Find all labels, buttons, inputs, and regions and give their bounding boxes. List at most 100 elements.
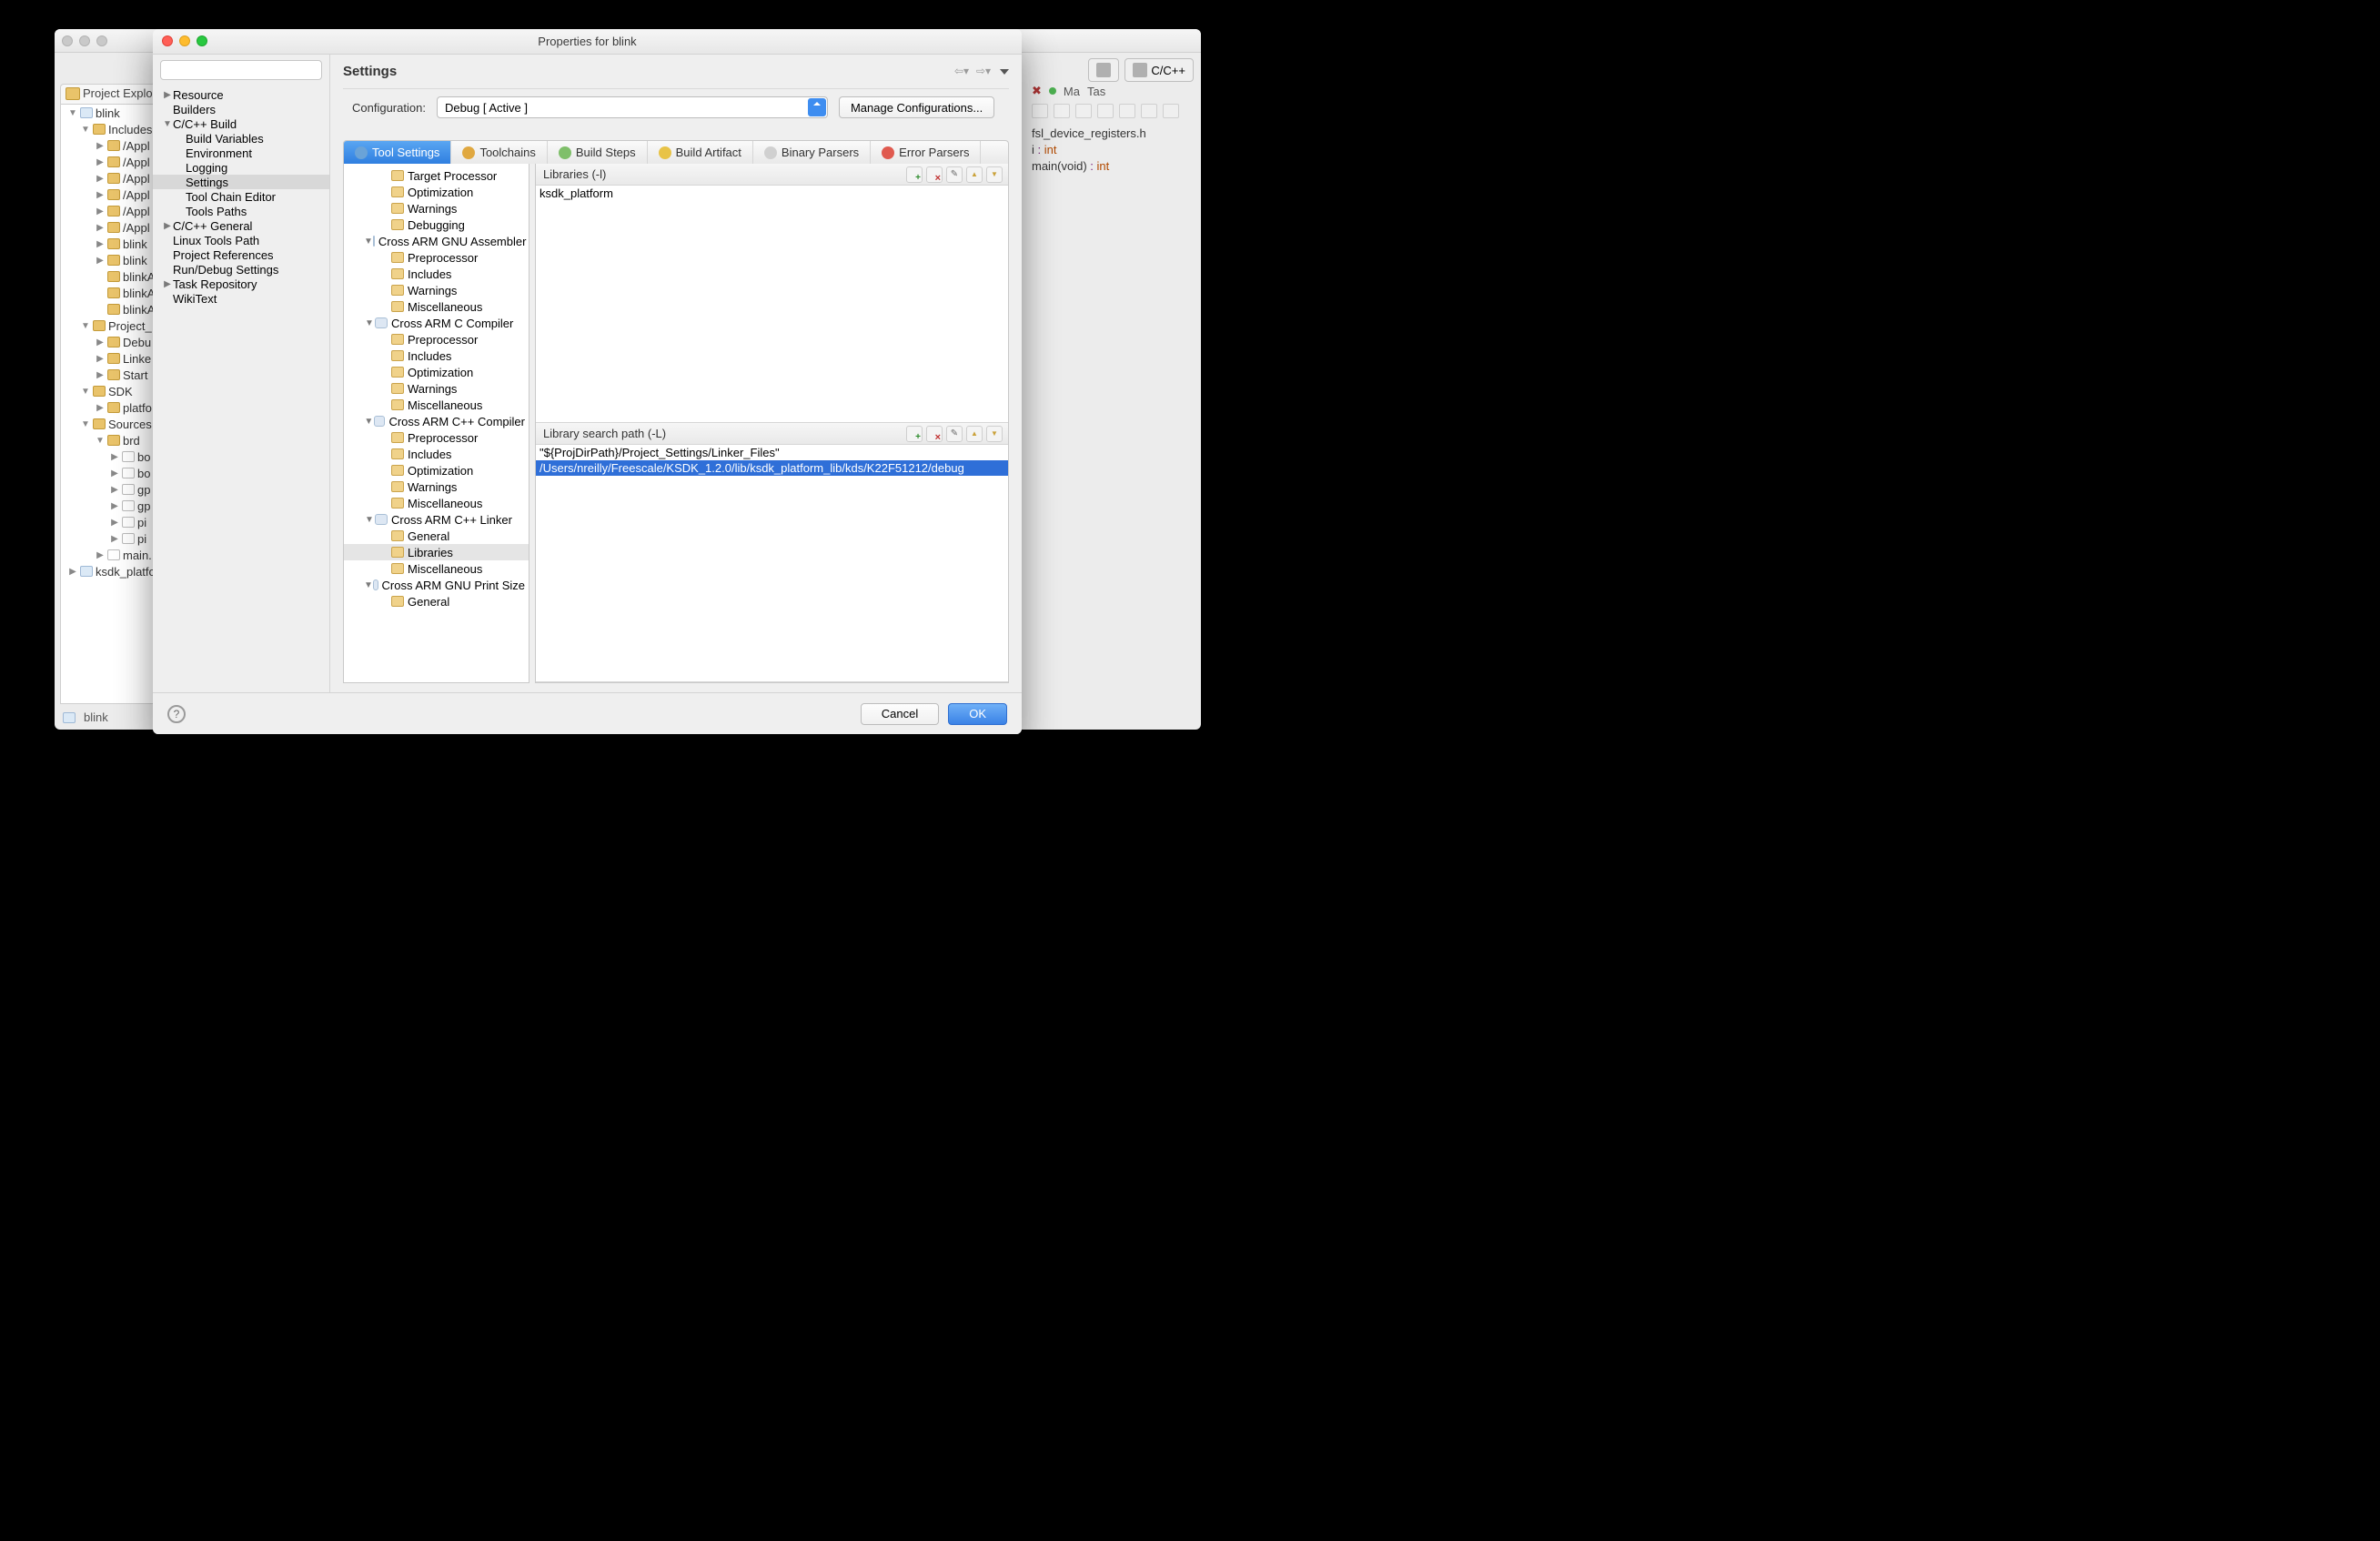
nav-item[interactable]: ▼C/C++ Build (153, 116, 329, 131)
outline-item[interactable]: main(void) : int (1032, 158, 1195, 175)
outline-tool-3[interactable] (1075, 104, 1092, 118)
open-perspective-button[interactable] (1088, 58, 1119, 82)
outline-tool-4[interactable] (1097, 104, 1114, 118)
nav-item[interactable]: Builders (153, 102, 329, 116)
manage-configurations-button[interactable]: Manage Configurations... (839, 96, 994, 118)
paths-movedown-button[interactable] (986, 426, 1003, 442)
nav-item[interactable]: Tools Paths (153, 204, 329, 218)
library-entry[interactable]: ksdk_platform (536, 186, 1008, 201)
libraries-list[interactable]: ksdk_platform (536, 186, 1008, 423)
tool-settings-tree[interactable]: Target ProcessorOptimizationWarningsDebu… (343, 164, 529, 683)
ok-button[interactable]: OK (948, 703, 1007, 725)
library-path-entry[interactable]: /Users/nreilly/Freescale/KSDK_1.2.0/lib/… (536, 460, 1008, 476)
settings-tab[interactable]: Error Parsers (871, 141, 981, 164)
tool-tree-item[interactable]: Optimization (344, 364, 529, 380)
settings-tab[interactable]: Binary Parsers (753, 141, 871, 164)
close-icon[interactable] (62, 35, 73, 46)
outline-tool-6[interactable] (1141, 104, 1157, 118)
outline-tool-5[interactable] (1119, 104, 1135, 118)
tool-tree-item[interactable]: Preprocessor (344, 331, 529, 347)
nav-item[interactable]: ▶Resource (153, 87, 329, 102)
tool-tree-item[interactable]: Miscellaneous (344, 560, 529, 577)
nav-item[interactable]: WikiText (153, 291, 329, 306)
nav-back-button[interactable]: ⇦▾ (953, 65, 971, 79)
libraries-delete-button[interactable] (926, 166, 943, 183)
tool-tree-item[interactable]: ▼Cross ARM C Compiler (344, 315, 529, 331)
library-path-entry[interactable]: "${ProjDirPath}/Project_Settings/Linker_… (536, 445, 1008, 460)
dialog-close-icon[interactable] (162, 35, 173, 46)
help-button[interactable]: ? (167, 705, 186, 723)
paths-add-button[interactable] (906, 426, 923, 442)
page-menu-icon[interactable] (1000, 69, 1009, 75)
tool-tree-item[interactable]: Miscellaneous (344, 298, 529, 315)
outline-item[interactable]: fsl_device_registers.h (1032, 126, 1195, 142)
zoom-icon[interactable] (96, 35, 107, 46)
outline-tool-1[interactable] (1032, 104, 1048, 118)
nav-item[interactable]: Run/Debug Settings (153, 262, 329, 277)
tool-tree-item[interactable]: Optimization (344, 462, 529, 478)
nav-item[interactable]: Project References (153, 247, 329, 262)
tool-tree-item[interactable]: Debugging (344, 217, 529, 233)
tool-tree-item[interactable]: Warnings (344, 380, 529, 397)
paths-edit-button[interactable] (946, 426, 963, 442)
settings-tab[interactable]: Build Artifact (648, 141, 753, 164)
close-icon[interactable]: ✖ (1032, 84, 1042, 98)
nav-item[interactable]: Environment (153, 146, 329, 160)
nav-item[interactable]: Tool Chain Editor (153, 189, 329, 204)
settings-tab[interactable]: Tool Settings (344, 141, 451, 164)
tool-tree-item[interactable]: Target Processor (344, 167, 529, 184)
tool-tree-item[interactable]: Includes (344, 347, 529, 364)
tool-tree-item[interactable]: Preprocessor (344, 249, 529, 266)
tree-item-label: Includes (108, 123, 152, 136)
libraries-add-button[interactable] (906, 166, 923, 183)
library-paths-list[interactable]: "${ProjDirPath}/Project_Settings/Linker_… (536, 445, 1008, 682)
paths-moveup-button[interactable] (966, 426, 983, 442)
settings-tab[interactable]: Toolchains (451, 141, 547, 164)
tool-tree-item[interactable]: Warnings (344, 200, 529, 217)
nav-item[interactable]: ▶C/C++ General (153, 218, 329, 233)
tool-tree-item[interactable]: Libraries (344, 544, 529, 560)
settings-tab[interactable]: Build Steps (548, 141, 648, 164)
tool-tree-item[interactable]: Warnings (344, 478, 529, 495)
tool-tree-item[interactable]: Preprocessor (344, 429, 529, 446)
tool-tree-item[interactable]: Warnings (344, 282, 529, 298)
outline-tool-7[interactable] (1163, 104, 1179, 118)
nav-forward-button[interactable]: ⇨▾ (974, 65, 993, 79)
tool-tree-item[interactable]: ▼Cross ARM GNU Print Size (344, 577, 529, 593)
paths-delete-button[interactable] (926, 426, 943, 442)
tool-tree-item[interactable]: ▼Cross ARM C++ Compiler (344, 413, 529, 429)
outline-tab-tasks[interactable]: Tas (1087, 85, 1105, 98)
outline-tool-2[interactable] (1054, 104, 1070, 118)
tool-tree-item[interactable]: Miscellaneous (344, 495, 529, 511)
nav-item[interactable]: Linux Tools Path (153, 233, 329, 247)
outline-tab-make[interactable]: Ma (1064, 85, 1080, 98)
libraries-edit-button[interactable] (946, 166, 963, 183)
nav-item[interactable]: Logging (153, 160, 329, 175)
tool-tree-item[interactable]: ▼Cross ARM C++ Linker (344, 511, 529, 528)
dialog-zoom-icon[interactable] (197, 35, 207, 46)
minimize-icon[interactable] (79, 35, 90, 46)
configuration-select[interactable]: Debug [ Active ] (437, 96, 828, 118)
nav-item[interactable]: ▶Task Repository (153, 277, 329, 291)
tool-tree-item[interactable]: ▼Cross ARM GNU Assembler (344, 233, 529, 249)
dialog-minimize-icon[interactable] (179, 35, 190, 46)
tool-tree-item[interactable]: Includes (344, 266, 529, 282)
tool-tree-item[interactable]: General (344, 593, 529, 609)
cancel-button[interactable]: Cancel (861, 703, 939, 725)
tool-tree-item[interactable]: General (344, 528, 529, 544)
nav-item[interactable]: Settings (153, 175, 329, 189)
properties-nav-tree[interactable]: ▶ResourceBuilders▼C/C++ BuildBuild Varia… (153, 86, 329, 692)
project-explorer-tab[interactable]: Project Explor (60, 84, 166, 104)
tool-tree-item[interactable]: Optimization (344, 184, 529, 200)
nav-item[interactable]: Build Variables (153, 131, 329, 146)
perspective-cpp[interactable]: C/C++ (1124, 58, 1194, 82)
outline-item[interactable]: i : int (1032, 142, 1195, 158)
libraries-movedown-button[interactable] (986, 166, 1003, 183)
tool-tree-label: Warnings (408, 382, 457, 396)
tool-tree-item[interactable]: Miscellaneous (344, 397, 529, 413)
libraries-moveup-button[interactable] (966, 166, 983, 183)
tool-tree-item[interactable]: Includes (344, 446, 529, 462)
folder-icon (93, 124, 106, 135)
nav-filter-input[interactable] (160, 60, 322, 80)
tool-tree-label: General (408, 595, 449, 609)
